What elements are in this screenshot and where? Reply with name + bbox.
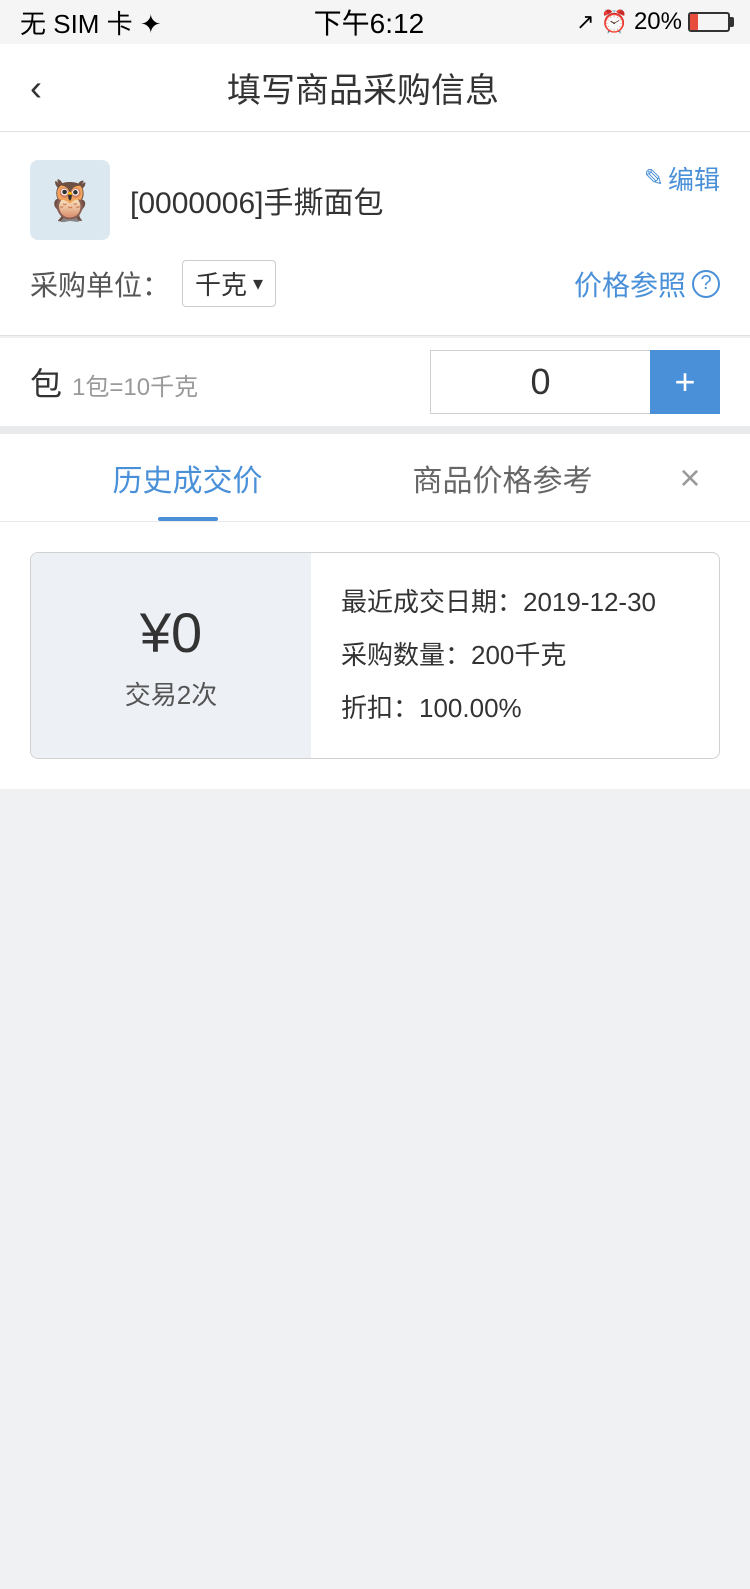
edit-label: 编辑: [668, 160, 720, 197]
tab-history-price[interactable]: 历史成交价: [30, 434, 345, 521]
product-thumbnail: 🦉: [30, 160, 110, 240]
unit-row: 采购单位： 千克 ▾: [30, 260, 276, 307]
price-discount: 折扣：100.00%: [341, 689, 689, 728]
unit-value: 千克: [195, 265, 247, 302]
product-card: 🦉 [0000006]手撕面包 ✎ 编辑 采购单位： 千克 ▾ 价格参照 ?: [0, 132, 750, 336]
status-bar: 无 SIM 卡 ✦ 下午6:12 ↗ ⏰ 20%: [0, 0, 750, 44]
product-top-row: 🦉 [0000006]手撕面包 ✎ 编辑: [30, 160, 720, 240]
tab-close-button[interactable]: ×: [660, 457, 720, 499]
edit-icon: ✎: [644, 164, 664, 193]
price-ref-button[interactable]: 价格参照 ?: [574, 264, 720, 304]
quantity-label: 包 1包=10千克: [30, 359, 198, 405]
edit-button[interactable]: ✎ 编辑: [644, 160, 720, 197]
price-ref-info-icon: ?: [692, 270, 720, 298]
price-card-wrapper: ¥0 交易2次 最近成交日期：2019-12-30 采购数量：200千克 折扣：…: [0, 522, 750, 789]
price-quantity: 采购数量：200千克: [341, 636, 689, 675]
quantity-input-area: 0 +: [430, 350, 720, 414]
price-trades: 交易2次: [125, 675, 217, 712]
price-ref-label: 价格参照: [574, 264, 686, 304]
recent-date-value: 2019-12-30: [523, 587, 656, 617]
battery-percent: 20%: [634, 8, 682, 36]
quantity-value-text: 200千克: [471, 640, 566, 670]
unit-label: 采购单位：: [30, 264, 170, 304]
tab-price-reference[interactable]: 商品价格参考: [345, 434, 660, 521]
price-card: ¥0 交易2次 最近成交日期：2019-12-30 采购数量：200千克 折扣：…: [30, 552, 720, 759]
status-time: 下午6:12: [314, 2, 425, 42]
discount-label: 折扣：: [341, 693, 419, 723]
quantity-plus-button[interactable]: +: [650, 350, 720, 414]
price-recent-date: 最近成交日期：2019-12-30: [341, 583, 689, 622]
quantity-conversion: 1包=10千克: [72, 367, 198, 402]
quantity-input[interactable]: 0: [430, 350, 650, 414]
product-info: 🦉 [0000006]手撕面包: [30, 160, 383, 240]
quantity-unit: 包: [30, 359, 62, 405]
status-right: ↗ ⏰ 20%: [576, 8, 730, 36]
main-content-area: [0, 789, 750, 1589]
header: ‹ 填写商品采购信息: [0, 44, 750, 132]
product-bottom-row: 采购单位： 千克 ▾ 价格参照 ?: [30, 260, 720, 307]
tab1-label: 历史成交价: [113, 456, 263, 500]
quantity-section: 包 1包=10千克 0 +: [0, 338, 750, 434]
unit-select[interactable]: 千克 ▾: [182, 260, 276, 307]
recent-date-label: 最近成交日期：: [341, 587, 523, 617]
discount-value: 100.00%: [419, 693, 522, 723]
dropdown-icon: ▾: [253, 271, 263, 296]
alarm-icon: ⏰: [601, 9, 628, 35]
battery-icon: [688, 12, 730, 32]
signal-icon: ↗: [576, 9, 594, 35]
page-title: 填写商品采购信息: [62, 63, 664, 112]
status-left: 无 SIM 卡 ✦: [20, 4, 162, 41]
tabs-section: 历史成交价 商品价格参考 × ¥0 交易2次 最近成交日期：2019-12-30…: [0, 434, 750, 789]
price-amount: ¥0: [140, 600, 202, 665]
sim-status: 无 SIM 卡 ✦: [20, 4, 162, 41]
back-button[interactable]: ‹: [30, 67, 42, 109]
product-name: [0000006]手撕面包: [130, 178, 383, 222]
price-card-right: 最近成交日期：2019-12-30 采购数量：200千克 折扣：100.00%: [311, 553, 719, 758]
product-logo-icon: 🦉: [45, 177, 95, 224]
tab2-label: 商品价格参考: [413, 456, 593, 500]
price-card-left: ¥0 交易2次: [31, 553, 311, 758]
tabs-header: 历史成交价 商品价格参考 ×: [0, 434, 750, 522]
quantity-row: 包 1包=10千克 0 +: [30, 338, 720, 426]
quantity-label-text: 采购数量：: [341, 640, 471, 670]
